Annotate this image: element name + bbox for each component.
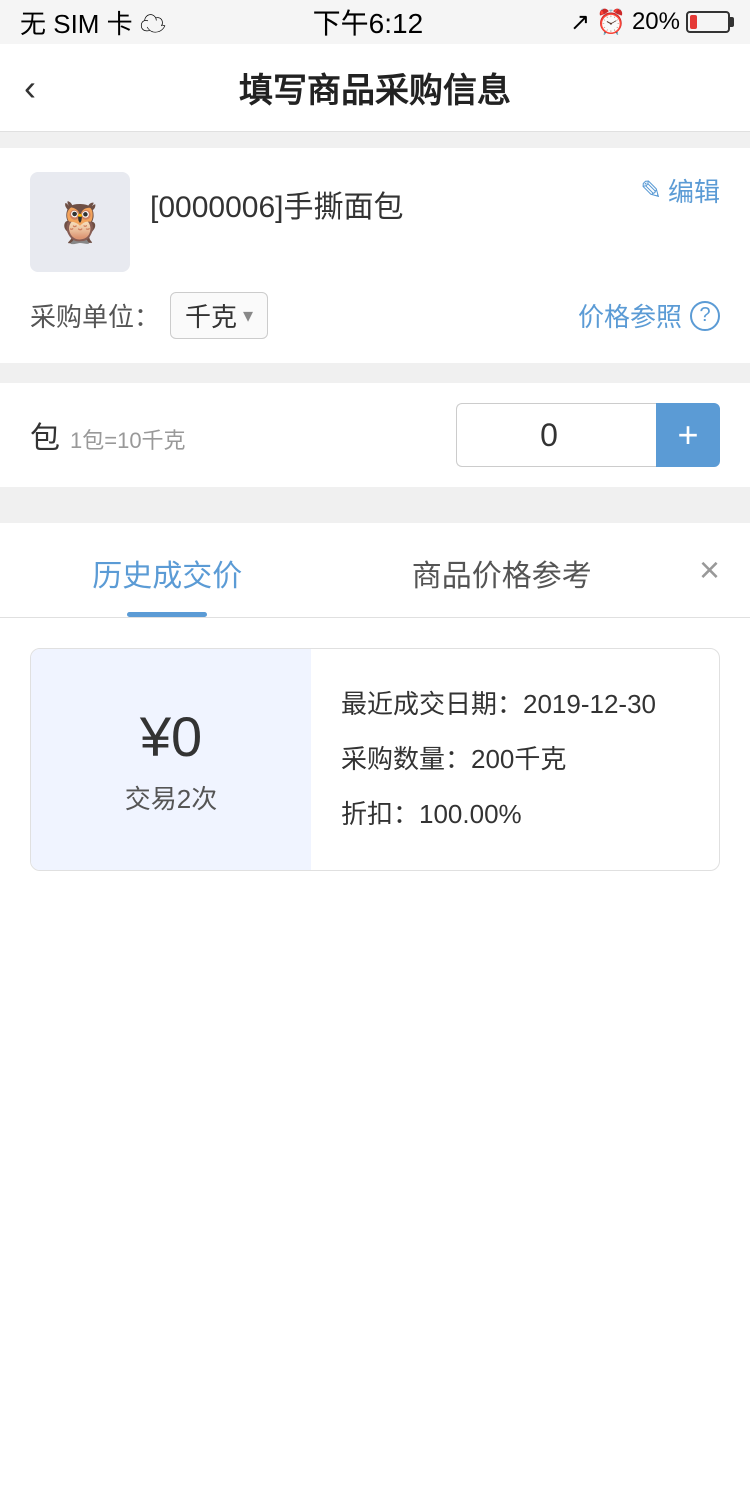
tab-product-price-ref[interactable]: 商品价格参考 [334,523,668,617]
purchase-qty-row: 采购数量：200千克 [341,740,689,779]
nav-bar: ‹ 填写商品采购信息 [0,44,750,132]
unit-select[interactable]: 千克 ▾ [170,292,268,339]
status-bar: 无 SIM 卡 ☁ 下午6:12 ↗ ⏰ 20% [0,0,750,44]
page-title: 填写商品采购信息 [239,63,511,112]
price-card-right: 最近成交日期：2019-12-30 采购数量：200千克 折扣：100.00% [311,649,719,870]
battery-percent: 20% [632,8,680,36]
no-sim-label: 无 SIM 卡 ☁ [20,4,166,41]
status-left: 无 SIM 卡 ☁ [20,4,166,41]
info-icon: ? [690,301,720,331]
product-card: 🦉 [0000006]手撕面包 ✎ 编辑 采购单位： 千克 ▾ 价格参照 ? [0,148,750,363]
recent-date-value: 2019-12-30 [523,689,656,719]
section-divider-1 [0,363,750,383]
back-button[interactable]: ‹ [24,67,36,109]
unit-label: 采购单位： [30,297,160,334]
edit-button[interactable]: ✎ 编辑 [640,172,720,209]
price-reference-button[interactable]: 价格参照 ? [578,297,720,334]
quantity-row: 包 1包=10千克 + [0,383,750,487]
product-thumbnail: 🦉 [30,172,130,272]
history-price-card: ¥0 交易2次 最近成交日期：2019-12-30 采购数量：200千克 折扣：… [30,648,720,871]
discount-value: 100.00% [419,799,522,829]
tabs-close-button[interactable]: × [669,549,750,591]
quantity-plus-button[interactable]: + [656,403,720,467]
recent-date-row: 最近成交日期：2019-12-30 [341,685,689,724]
discount-label: 折扣： [341,799,419,829]
product-header: 🦉 [0000006]手撕面包 ✎ 编辑 [30,172,720,272]
product-left: 🦉 [0000006]手撕面包 [30,172,403,272]
section-divider-2 [0,487,750,507]
unit-value: 千克 [185,297,237,334]
quantity-label-wrap: 包 1包=10千克 [30,413,186,457]
status-time: 下午6:12 [313,2,424,42]
quantity-input-wrap: + [206,403,720,467]
bottom-space [0,901,750,1501]
quantity-unit-sub: 1包=10千克 [70,423,186,455]
quantity-input[interactable] [456,403,656,467]
edit-icon: ✎ [640,175,662,206]
price-times: 交易2次 [125,779,217,816]
recent-date-label: 最近成交日期： [341,689,523,719]
tabs-panel: 历史成交价 商品价格参考 × ¥0 交易2次 最近成交日期：2019-12-30… [0,523,750,901]
product-name: [0000006]手撕面包 [150,172,403,226]
tab-history-price[interactable]: 历史成交价 [0,523,334,617]
edit-label: 编辑 [668,172,720,209]
tab-content-history: ¥0 交易2次 最近成交日期：2019-12-30 采购数量：200千克 折扣：… [0,618,750,901]
discount-row: 折扣：100.00% [341,795,689,834]
battery-indicator [686,11,730,33]
alarm-icon: ⏰ [596,8,626,37]
tabs-header: 历史成交价 商品价格参考 × [0,523,750,618]
price-ref-label: 价格参照 [578,297,682,334]
product-thumb-icon: 🦉 [55,199,105,246]
price-amount: ¥0 [140,704,202,769]
purchase-qty-value: 200千克 [471,744,566,774]
status-right: ↗ ⏰ 20% [570,8,730,37]
price-card-left: ¥0 交易2次 [31,649,311,870]
chevron-down-icon: ▾ [243,303,253,328]
location-icon: ↗ [570,8,590,37]
purchase-qty-label: 采购数量： [341,744,471,774]
product-unit-row: 采购单位： 千克 ▾ 价格参照 ? [30,292,720,339]
quantity-unit-main: 包 [30,413,60,457]
battery-fill [690,15,697,29]
